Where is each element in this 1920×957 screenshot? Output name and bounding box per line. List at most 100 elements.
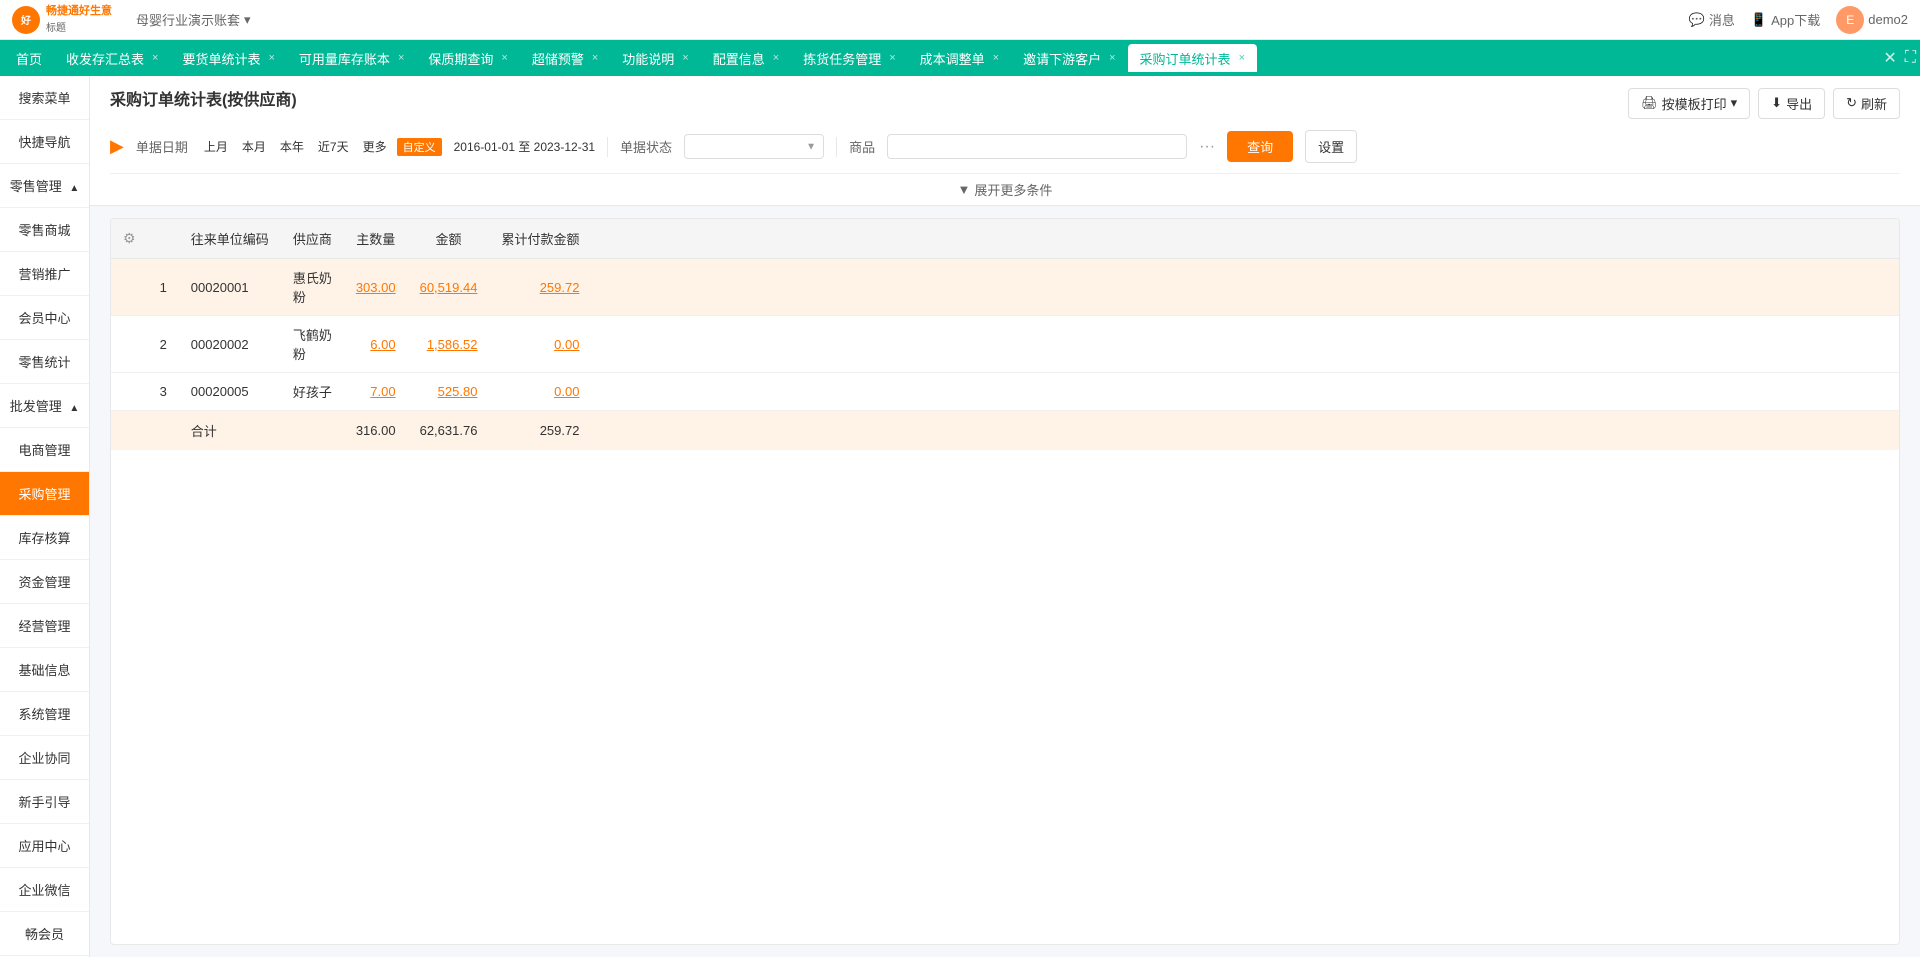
tab-home[interactable]: 首页: [4, 44, 54, 72]
expand-more-button[interactable]: ▼ 展开更多条件: [958, 180, 1053, 199]
tab-pick-task-close[interactable]: ×: [889, 52, 895, 64]
export-label: 导出: [1786, 94, 1812, 113]
app-download-button[interactable]: 📱 App下载: [1751, 10, 1820, 29]
user-profile[interactable]: E demo2: [1836, 6, 1908, 34]
date-range-display: 2016-01-01 至 2023-12-31: [454, 138, 595, 155]
export-button[interactable]: ⬇ 导出: [1758, 88, 1825, 119]
status-select-wrapper: [684, 134, 824, 159]
row-main-qty[interactable]: 6.00: [344, 316, 408, 373]
row-paid-amount[interactable]: 0.00: [489, 316, 591, 373]
row-supplier-code: 00020001: [179, 259, 281, 316]
tab-function-desc-close[interactable]: ×: [682, 52, 688, 64]
template-print-button[interactable]: 🖨 按模板打印 ▾: [1628, 88, 1750, 119]
sidebar-item-basic-info[interactable]: 基础信息: [0, 648, 89, 692]
refresh-label: 刷新: [1861, 94, 1887, 113]
nav-right-buttons: ✕ ⛶: [1883, 48, 1916, 68]
sidebar-inventory-label: 库存核算: [18, 531, 70, 546]
nav-close-all-icon[interactable]: ✕: [1883, 48, 1896, 68]
sidebar-item-purchase-mgmt[interactable]: 采购管理: [0, 472, 89, 516]
goods-search-dots[interactable]: ···: [1199, 138, 1215, 156]
tab-purchase-stats[interactable]: 采购订单统计表 ×: [1128, 44, 1257, 72]
row-main-qty[interactable]: 303.00: [344, 259, 408, 316]
tab-config-info[interactable]: 配置信息 ×: [701, 44, 791, 72]
filter-toggle-icon[interactable]: ▶: [110, 136, 124, 157]
tab-function-desc[interactable]: 功能说明 ×: [610, 44, 700, 72]
footer-label: 合计: [179, 411, 281, 451]
purchase-stats-table: ⚙ 往来单位编码 供应商 主数量 金额 累计付款金额 1 00020001: [111, 219, 1899, 450]
row-supplier-name: 好孩子: [281, 373, 344, 411]
row-supplier-code: 00020005: [179, 373, 281, 411]
col-paid-amount: 累计付款金额: [489, 219, 591, 259]
sidebar-item-quick-nav[interactable]: 快捷导航: [0, 120, 89, 164]
workspace-selector[interactable]: 母婴行业演示账套 ▾: [136, 10, 251, 29]
row-extra: [591, 316, 1899, 373]
shortcut-last-month[interactable]: 上月: [200, 136, 232, 157]
sidebar-item-finance[interactable]: 资金管理: [0, 560, 89, 604]
sidebar-item-app-center[interactable]: 应用中心: [0, 824, 89, 868]
shortcut-this-year[interactable]: 本年: [276, 136, 308, 157]
sidebar-item-enterprise-wechat[interactable]: 企业微信: [0, 868, 89, 912]
column-settings-icon[interactable]: ⚙: [123, 230, 136, 246]
tab-invite-downstream-close[interactable]: ×: [1109, 52, 1115, 64]
tab-goods-stats-close[interactable]: ×: [268, 52, 274, 64]
tab-cost-adjust[interactable]: 成本调整单 ×: [908, 44, 1011, 72]
sidebar-marketing-label: 营销推广: [18, 267, 70, 282]
tab-overstock-warning[interactable]: 超储预警 ×: [520, 44, 610, 72]
tab-goods-stats[interactable]: 要货单统计表 ×: [170, 44, 286, 72]
message-button[interactable]: 💬 消息: [1689, 10, 1735, 29]
sidebar-retail-stats-label: 零售统计: [18, 355, 70, 370]
goods-search-input[interactable]: [887, 134, 1187, 159]
tab-expiry-query[interactable]: 保质期查询 ×: [416, 44, 519, 72]
nav-expand-icon[interactable]: ⛶: [1905, 49, 1916, 67]
sidebar-item-vip[interactable]: 畅会员: [0, 912, 89, 956]
date-filter-label: 单据日期: [136, 137, 188, 156]
tab-usable-inventory[interactable]: 可用量库存账本 ×: [287, 44, 416, 72]
shortcut-7days[interactable]: 近7天: [314, 136, 353, 157]
tab-collect-send-close[interactable]: ×: [152, 52, 158, 64]
row-paid-amount[interactable]: 259.72: [489, 259, 591, 316]
sidebar-item-new-guide[interactable]: 新手引导: [0, 780, 89, 824]
sidebar-item-wholesale-mgmt[interactable]: 批发管理: [0, 384, 89, 428]
row-amount[interactable]: 525.80: [408, 373, 490, 411]
sidebar-item-search[interactable]: 搜索菜单: [0, 76, 89, 120]
tab-purchase-stats-close[interactable]: ×: [1239, 52, 1245, 64]
sidebar-item-retail-stats[interactable]: 零售统计: [0, 340, 89, 384]
table-body: 1 00020001 惠氏奶粉 303.00 60,519.44 259.72 …: [111, 259, 1899, 411]
tab-expiry-query-close[interactable]: ×: [501, 52, 507, 64]
tab-cost-adjust-label: 成本调整单: [920, 49, 985, 68]
footer-extra: [591, 411, 1899, 451]
row-amount[interactable]: 1,586.52: [408, 316, 490, 373]
tab-usable-inventory-close[interactable]: ×: [398, 52, 404, 64]
row-amount[interactable]: 60,519.44: [408, 259, 490, 316]
tab-overstock-warning-label: 超储预警: [532, 49, 584, 68]
sidebar-item-system[interactable]: 系统管理: [0, 692, 89, 736]
tab-cost-adjust-close[interactable]: ×: [993, 52, 999, 64]
row-num: 2: [148, 316, 179, 373]
sidebar-item-retail-mall[interactable]: 零售商城: [0, 208, 89, 252]
custom-date-badge[interactable]: 自定义: [397, 138, 442, 156]
shortcut-more[interactable]: 更多: [359, 136, 391, 157]
tab-config-info-close[interactable]: ×: [773, 52, 779, 64]
sidebar-item-marketing[interactable]: 营销推广: [0, 252, 89, 296]
row-paid-amount[interactable]: 0.00: [489, 373, 591, 411]
row-num: 3: [148, 373, 179, 411]
tab-invite-downstream[interactable]: 邀请下游客户 ×: [1011, 44, 1127, 72]
sidebar-item-inventory[interactable]: 库存核算: [0, 516, 89, 560]
row-main-qty[interactable]: 7.00: [344, 373, 408, 411]
sidebar-item-ecommerce[interactable]: 电商管理: [0, 428, 89, 472]
tab-pick-task[interactable]: 拣货任务管理 ×: [791, 44, 907, 72]
settings-button[interactable]: 设置: [1305, 130, 1357, 163]
sidebar-item-enterprise[interactable]: 企业协同: [0, 736, 89, 780]
row-extra: [591, 373, 1899, 411]
tab-overstock-warning-close[interactable]: ×: [592, 52, 598, 64]
row-empty: [111, 259, 148, 316]
sidebar-item-operations[interactable]: 经营管理: [0, 604, 89, 648]
sidebar-item-retail-mgmt[interactable]: 零售管理: [0, 164, 89, 208]
status-select[interactable]: [684, 134, 824, 159]
tab-collect-send[interactable]: 收发存汇总表 ×: [54, 44, 170, 72]
sidebar-item-member[interactable]: 会员中心: [0, 296, 89, 340]
shortcut-this-month[interactable]: 本月: [238, 136, 270, 157]
refresh-button[interactable]: ↻ 刷新: [1833, 88, 1900, 119]
search-button[interactable]: 查询: [1227, 131, 1293, 162]
sidebar-basic-info-label: 基础信息: [18, 663, 70, 678]
